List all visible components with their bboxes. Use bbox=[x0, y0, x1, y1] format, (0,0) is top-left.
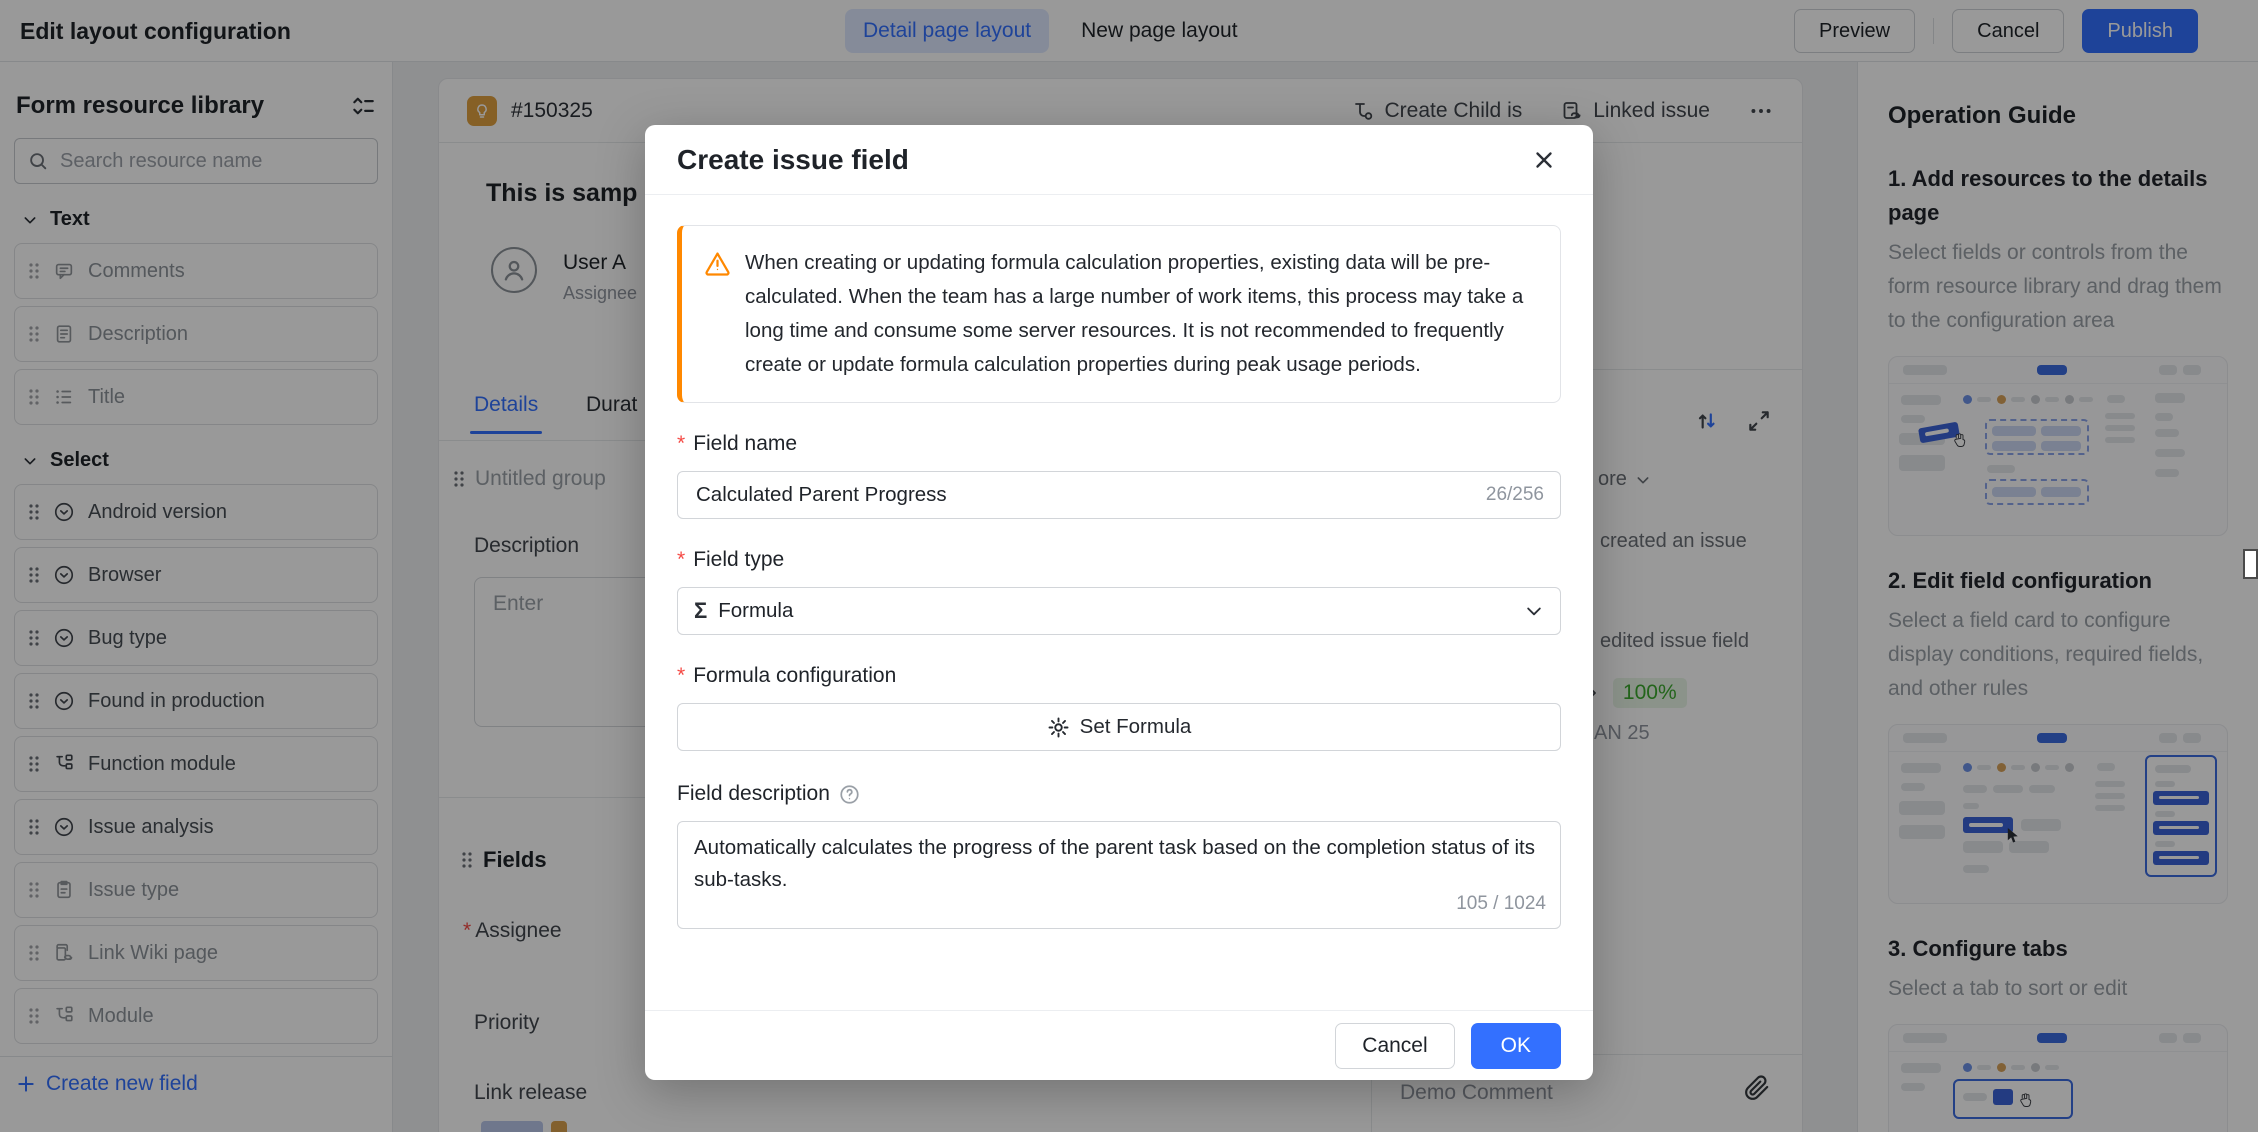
app-root: Edit layout configuration Detail page la… bbox=[0, 0, 2258, 1132]
required-asterisk: * bbox=[677, 432, 686, 455]
modal-header: Create issue field bbox=[645, 125, 1593, 195]
field-description-label: Field description bbox=[677, 779, 1561, 809]
create-issue-field-modal: Create issue field When creating or upda… bbox=[645, 125, 1593, 1080]
gear-icon bbox=[1047, 716, 1070, 739]
warning-banner: When creating or updating formula calcul… bbox=[677, 225, 1561, 403]
field-description-value: Automatically calculates the progress of… bbox=[694, 836, 1535, 891]
field-type-label: * Field type bbox=[677, 545, 1561, 575]
set-formula-label: Set Formula bbox=[1079, 715, 1192, 738]
modal-ok-button[interactable]: OK bbox=[1470, 1022, 1561, 1069]
field-name-counter: 26/256 bbox=[1485, 484, 1544, 505]
field-name-input[interactable] bbox=[694, 482, 1486, 508]
modal-title: Create issue field bbox=[677, 143, 909, 175]
field-description-label-text: Field description bbox=[677, 782, 830, 805]
required-asterisk: * bbox=[677, 664, 686, 687]
sigma-icon: Σ bbox=[694, 598, 708, 623]
close-icon[interactable] bbox=[1527, 143, 1561, 177]
help-icon[interactable] bbox=[838, 783, 861, 806]
field-description-input[interactable]: Automatically calculates the progress of… bbox=[677, 821, 1561, 929]
field-type-label-text: Field type bbox=[693, 548, 785, 571]
formula-configuration-label: * Formula configuration bbox=[677, 661, 1561, 691]
mouse-cursor bbox=[2243, 549, 2258, 579]
field-name-label-text: Field name bbox=[693, 432, 798, 455]
field-name-label: * Field name bbox=[677, 429, 1561, 459]
field-name-input-wrap: 26/256 bbox=[677, 471, 1561, 519]
warning-text: When creating or updating formula calcul… bbox=[745, 251, 1524, 376]
field-type-value: Formula bbox=[718, 599, 794, 622]
formula-configuration-label-text: Formula configuration bbox=[693, 664, 897, 687]
modal-cancel-button[interactable]: Cancel bbox=[1335, 1022, 1455, 1069]
required-asterisk: * bbox=[677, 548, 686, 571]
field-type-select[interactable]: Σ Formula bbox=[677, 587, 1561, 635]
chevron-down-icon bbox=[1524, 601, 1544, 621]
field-description-counter: 105 / 1024 bbox=[1456, 893, 1546, 914]
set-formula-button[interactable]: Set Formula bbox=[677, 703, 1561, 751]
warning-icon bbox=[704, 250, 731, 382]
modal-footer: Cancel OK bbox=[645, 1010, 1593, 1080]
modal-body: When creating or updating formula calcul… bbox=[645, 195, 1593, 929]
